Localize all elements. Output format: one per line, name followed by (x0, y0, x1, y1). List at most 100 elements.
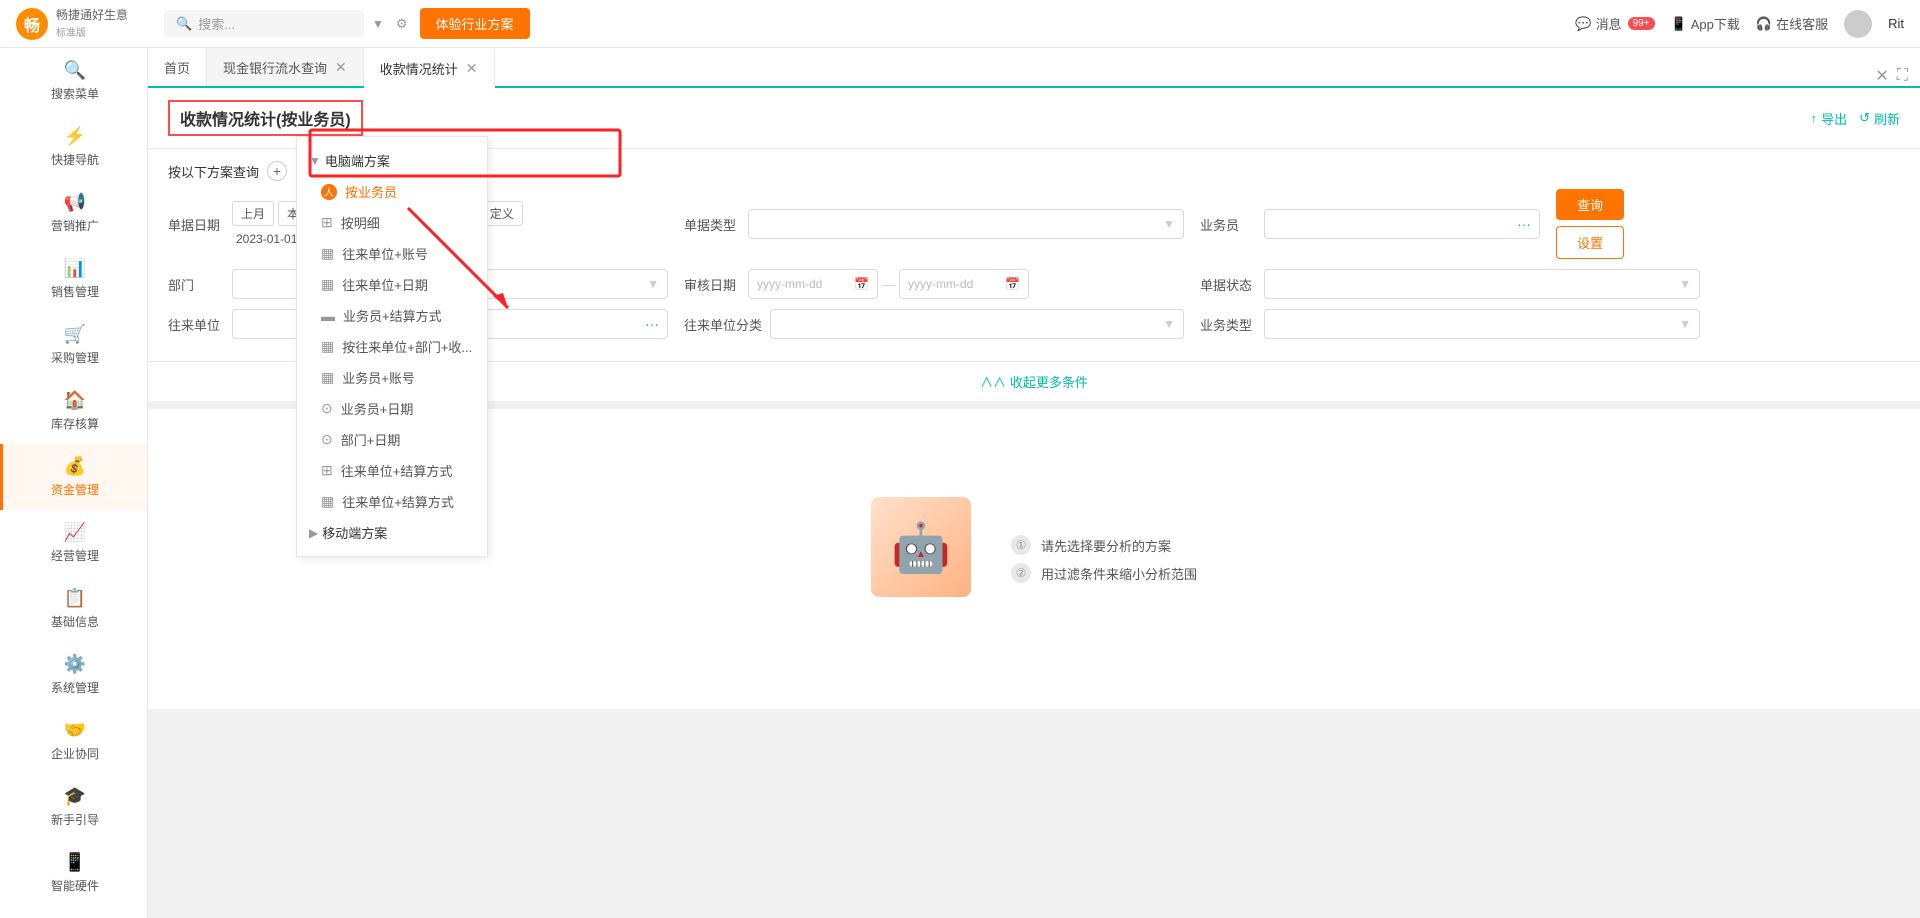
scheme-item-salesperson-settle[interactable]: ▬ 业务员+结算方式 (297, 300, 487, 331)
scheme-item-0-label: 按业务员 (345, 182, 397, 201)
app-download-button[interactable]: 📱 App下载 (1671, 14, 1740, 33)
date-separator: — (882, 277, 895, 292)
tab-maximize-btn[interactable]: ⛶ (1897, 67, 1908, 85)
scheme-mobile-group-header[interactable]: ▶ 移动端方案 (297, 517, 487, 548)
empty-steps: ① 请先选择要分析的方案 ② 用过滤条件来缩小分析范围 (1011, 535, 1197, 583)
tab-receipt-stat-close[interactable]: ✕ (466, 61, 478, 75)
scheme-desktop-group-header[interactable]: ▼ 电脑端方案 (297, 145, 487, 176)
message-button[interactable]: 💬 消息 99+ (1575, 14, 1654, 33)
mobile-group-label: 移动端方案 (322, 523, 387, 542)
scheme-item-partner-dept[interactable]: ▦ 按往来单位+部门+收... (297, 331, 487, 362)
sidebar-item-purchase[interactable]: 🛒 采购管理 (0, 312, 147, 378)
scheme-icon-grid: ⊞ (321, 214, 333, 231)
sidebar-label-quicknav: 快捷导航 (51, 151, 99, 168)
sidebar: 🔍 搜索菜单 ⚡ 快捷导航 📢 营销推广 📊 销售管理 🛒 采购管理 🏠 库存核… (0, 48, 148, 918)
cooperation-icon: 🤝 (64, 720, 86, 741)
scheme-item-10-label: 往来单位+结算方式 (342, 492, 454, 511)
sidebar-item-system[interactable]: ⚙️ 系统管理 (0, 642, 147, 708)
sidebar-item-quicknav[interactable]: ⚡ 快捷导航 (0, 114, 147, 180)
step-num-1: ① (1011, 535, 1031, 555)
tab-home-label: 首页 (164, 58, 190, 77)
message-badge: 99+ (1628, 17, 1655, 30)
tab-bank-flow-close[interactable]: ✕ (335, 60, 347, 74)
sidebar-label-base: 基础信息 (51, 613, 99, 630)
type-label: 单据类型 (684, 215, 740, 234)
tab-bank-flow[interactable]: 现金银行流水查询 ✕ (207, 48, 364, 86)
base-icon: 📋 (64, 588, 86, 609)
try-industry-button[interactable]: 体验行业方案 (420, 8, 530, 39)
refresh-button[interactable]: ↺ 刷新 (1859, 109, 1900, 128)
refresh-label: 刷新 (1874, 109, 1900, 128)
settings-icon[interactable]: ⚙ (392, 12, 412, 36)
scheme-item-salesperson-account[interactable]: ▦ 业务员+账号 (297, 362, 487, 393)
salesperson-more-icon[interactable]: ··· (1517, 216, 1531, 232)
sidebar-item-marketing[interactable]: 📢 营销推广 (0, 180, 147, 246)
scheme-item-partner-account[interactable]: ▦ 往来单位+账号 (297, 238, 487, 269)
partner-cat-select-arrow: ▼ (1163, 317, 1175, 331)
sidebar-item-hardware[interactable]: 📱 智能硬件 (0, 840, 147, 906)
scheme-item-partner-settle-2[interactable]: ▦ 往来单位+结算方式 (297, 486, 487, 517)
tab-close-all-btn[interactable]: ✕ (1875, 66, 1888, 86)
sidebar-label-hardware: 智能硬件 (51, 877, 99, 894)
logo-badge: 标准版 (56, 24, 128, 39)
audit-date-from[interactable]: yyyy-mm-dd 📅 (748, 269, 878, 299)
inventory-icon: 🏠 (64, 390, 86, 411)
scheme-item-partner-settle-1[interactable]: ⊞ 往来单位+结算方式 (297, 455, 487, 486)
partner-more-icon[interactable]: ··· (645, 316, 659, 332)
management-icon: 📈 (64, 522, 86, 543)
logo-name: 畅捷通好生意 (56, 8, 128, 24)
sidebar-item-wechat[interactable]: 💬 企业微信 (0, 906, 147, 918)
scheme-item-dept-date[interactable]: ⊙ 部门+日期 (297, 424, 487, 455)
sidebar-label-cooperation: 企业协同 (51, 745, 99, 762)
sidebar-item-base[interactable]: 📋 基础信息 (0, 576, 147, 642)
top-right-actions: 💬 消息 99+ 📱 App下载 🎧 在线客服 Rit (1575, 10, 1904, 38)
empty-step-1: ① 请先选择要分析的方案 (1011, 535, 1197, 555)
top-search[interactable]: 🔍 搜索... (164, 10, 364, 37)
filter-section-title: 按以下方案查询 (168, 162, 259, 181)
empty-robot-icon: 🤖 (891, 519, 951, 576)
doc-status-select[interactable]: ▼ (1264, 269, 1700, 299)
settings-button[interactable]: 设置 (1556, 226, 1624, 259)
export-button[interactable]: ↑ 导出 (1811, 109, 1848, 128)
sidebar-item-sales[interactable]: 📊 销售管理 (0, 246, 147, 312)
sidebar-label-guide: 新手引导 (51, 811, 99, 828)
query-button[interactable]: 查询 (1556, 189, 1624, 220)
sidebar-item-search[interactable]: 🔍 搜索菜单 (0, 48, 147, 114)
scheme-item-salesperson[interactable]: 人 按业务员 (297, 176, 487, 207)
sidebar-item-finance[interactable]: 💰 资金管理 (0, 444, 147, 510)
scheme-item-8-label: 部门+日期 (341, 430, 401, 449)
tab-receipt-stat[interactable]: 收款情况统计 ✕ (364, 50, 495, 88)
date-btn-last-month[interactable]: 上月 (232, 201, 274, 226)
system-icon: ⚙️ (64, 654, 86, 675)
user-avatar[interactable] (1844, 10, 1872, 38)
sidebar-item-inventory[interactable]: 🏠 库存核算 (0, 378, 147, 444)
salesperson-filter-control: ··· (1264, 209, 1540, 239)
partner-label: 往来单位 (168, 315, 224, 334)
content-area: 首页 现金银行流水查询 ✕ 收款情况统计 ✕ ✕ ⛶ 收款情况统计(按业务员) (148, 48, 1920, 918)
filter-add-button[interactable]: + (267, 161, 287, 181)
scheme-item-partner-date[interactable]: ▦ 往来单位+日期 (297, 269, 487, 300)
scheme-icon-clock-0: ⊙ (321, 400, 333, 417)
sidebar-item-guide[interactable]: 🎓 新手引导 (0, 774, 147, 840)
biz-type-select[interactable]: ▼ (1264, 309, 1700, 339)
scheme-icon-table-2: ▦ (321, 338, 334, 355)
nav-dropdown-arrow[interactable]: ▼ (372, 17, 384, 31)
tab-home[interactable]: 首页 (148, 48, 207, 86)
audit-date-to[interactable]: yyyy-mm-dd 📅 (899, 269, 1029, 299)
export-label: 导出 (1821, 109, 1847, 128)
type-select[interactable]: ▼ (748, 209, 1184, 239)
sidebar-item-cooperation[interactable]: 🤝 企业协同 (0, 708, 147, 774)
filter-type-item: 单据类型 ▼ (684, 209, 1184, 239)
sidebar-item-management[interactable]: 📈 经营管理 (0, 510, 147, 576)
scheme-item-detail[interactable]: ⊞ 按明细 (297, 207, 487, 238)
dept-select-arrow: ▼ (647, 277, 659, 291)
online-service-button[interactable]: 🎧 在线客服 (1756, 14, 1828, 33)
scheme-item-salesperson-date[interactable]: ⊙ 业务员+日期 (297, 393, 487, 424)
message-label: 消息 (1596, 14, 1622, 33)
purchase-icon: 🛒 (64, 324, 86, 345)
partner-cat-select[interactable]: ▼ (770, 309, 1184, 339)
logo-char: 畅 (24, 12, 40, 36)
scheme-item-1-label: 按明细 (341, 213, 380, 232)
salesperson-select[interactable]: ··· (1264, 209, 1540, 239)
tab-bar: 首页 现金银行流水查询 ✕ 收款情况统计 ✕ ✕ ⛶ (148, 48, 1920, 88)
